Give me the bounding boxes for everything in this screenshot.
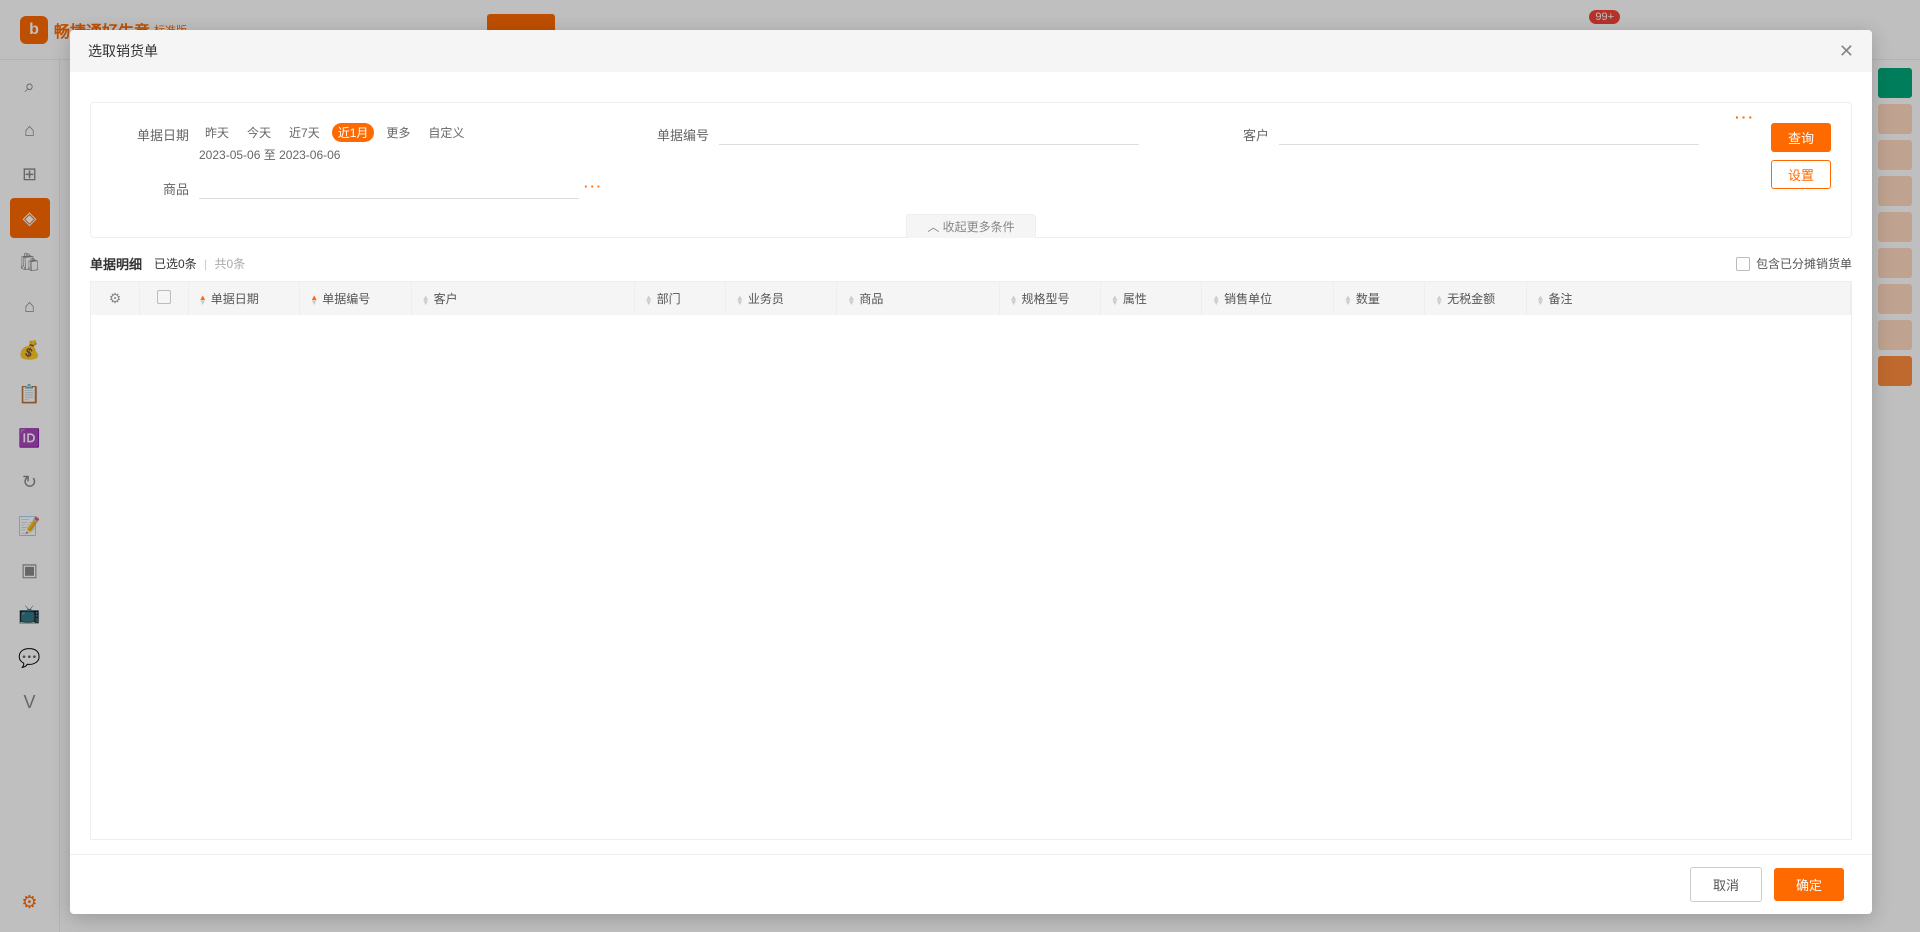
filter-docno: 单据编号 [639, 123, 1139, 163]
select-sales-order-modal: 选取销货单 ✕ ··· 查询 设置 单据日期 昨天 今天 近7天 [70, 30, 1872, 914]
total-label: 共0条 [215, 257, 246, 271]
column-docno-header[interactable]: ▲▼单据编号 [300, 282, 411, 315]
column-remark-header[interactable]: ▲▼备注 [1526, 282, 1850, 315]
modal-header: 选取销货单 ✕ [70, 30, 1872, 72]
sort-icon: ▲▼ [847, 295, 855, 305]
filter-product: 商品 ··· [119, 177, 579, 199]
pill-custom[interactable]: 自定义 [422, 123, 470, 142]
modal-body: ··· 查询 设置 单据日期 昨天 今天 近7天 近1月 更多 自定义 [70, 72, 1872, 854]
date-range-display: 2023-05-06 至 2023-06-06 [199, 146, 579, 163]
pill-today[interactable]: 今天 [241, 123, 277, 142]
count-sep: | [204, 257, 207, 271]
sort-icon: ▲▼ [310, 295, 318, 305]
filter-customer-label: 客户 [1199, 123, 1279, 144]
filter-product-label: 商品 [119, 177, 199, 198]
column-unit-header[interactable]: ▲▼销售单位 [1202, 282, 1334, 315]
close-button[interactable]: ✕ [1839, 41, 1854, 62]
column-spec-header[interactable]: ▲▼规格型号 [999, 282, 1100, 315]
collapse-more-button[interactable]: ︿ 收起更多条件 [906, 214, 1035, 238]
date-to: 2023-06-06 [279, 148, 340, 162]
pill-yesterday[interactable]: 昨天 [199, 123, 235, 142]
pill-7days[interactable]: 近7天 [283, 123, 326, 142]
pill-more[interactable]: 更多 [380, 123, 416, 142]
confirm-button[interactable]: 确定 [1774, 868, 1844, 901]
sort-icon: ▲▼ [422, 295, 430, 305]
modal-footer: 取消 确定 [70, 854, 1872, 914]
selected-label: 已选0条 [154, 257, 197, 271]
collapse-bar: ︿ 收起更多条件 [119, 213, 1823, 237]
filter-docno-label: 单据编号 [639, 123, 719, 144]
settings-button[interactable]: 设置 [1771, 160, 1831, 189]
column-settings-header[interactable]: ⚙ [91, 282, 140, 315]
table-container: ⚙ ▲▼单据日期 ▲▼单据编号 ▲▼客户 ▲▼部门 ▲▼业务员 ▲▼商品 ▲▼规… [90, 281, 1852, 840]
include-distributed-checkbox[interactable] [1736, 257, 1750, 271]
column-date-header[interactable]: ▲▼单据日期 [188, 282, 299, 315]
column-checkbox-header[interactable] [140, 282, 189, 315]
column-qty-header[interactable]: ▲▼数量 [1334, 282, 1425, 315]
modal-title: 选取销货单 [88, 41, 158, 61]
date-pill-group: 昨天 今天 近7天 近1月 更多 自定义 [199, 123, 579, 142]
select-all-checkbox[interactable] [157, 290, 171, 304]
close-icon: ✕ [1839, 41, 1854, 61]
sort-icon: ▲▼ [645, 295, 653, 305]
include-distributed-label: 包含已分摊销货单 [1756, 255, 1852, 272]
sort-icon: ▲▼ [1435, 295, 1443, 305]
sort-icon: ▲▼ [1010, 295, 1018, 305]
filter-row-2: 商品 ··· [119, 177, 1823, 199]
sales-order-table: ⚙ ▲▼单据日期 ▲▼单据编号 ▲▼客户 ▲▼部门 ▲▼业务员 ▲▼商品 ▲▼规… [91, 282, 1851, 315]
column-product-header[interactable]: ▲▼商品 [837, 282, 999, 315]
collapse-label: 收起更多条件 [943, 220, 1015, 234]
product-more-icon[interactable]: ··· [584, 179, 603, 194]
horizontal-scrollbar[interactable] [90, 840, 1852, 854]
sort-icon: ▲▼ [1344, 295, 1352, 305]
column-attr-header[interactable]: ▲▼属性 [1100, 282, 1201, 315]
customer-input[interactable] [1279, 123, 1699, 145]
filter-date: 单据日期 昨天 今天 近7天 近1月 更多 自定义 2023-05-06 至 [119, 123, 579, 163]
sort-icon: ▲▼ [1537, 295, 1545, 305]
column-dept-header[interactable]: ▲▼部门 [634, 282, 725, 315]
sort-icon: ▲▼ [1111, 295, 1119, 305]
docno-input[interactable] [719, 123, 1139, 145]
gear-icon: ⚙ [109, 290, 122, 306]
filter-panel: ··· 查询 设置 单据日期 昨天 今天 近7天 近1月 更多 自定义 [90, 102, 1852, 238]
product-input[interactable] [199, 177, 579, 199]
filter-date-label: 单据日期 [119, 123, 199, 144]
filter-row-1: 单据日期 昨天 今天 近7天 近1月 更多 自定义 2023-05-06 至 [119, 123, 1823, 163]
query-button[interactable]: 查询 [1771, 123, 1831, 152]
pill-1month[interactable]: 近1月 [332, 123, 375, 142]
cancel-button[interactable]: 取消 [1690, 867, 1762, 902]
column-salesman-header[interactable]: ▲▼业务员 [725, 282, 836, 315]
column-customer-header[interactable]: ▲▼客户 [411, 282, 634, 315]
sort-icon: ▲▼ [736, 295, 744, 305]
detail-header: 单据明细 已选0条 | 共0条 包含已分摊销货单 [90, 254, 1852, 273]
date-from: 2023-05-06 [199, 148, 260, 162]
chevron-up-icon: ︿ [927, 220, 942, 234]
date-to-sep: 至 [264, 148, 276, 162]
selected-count: 已选0条 | 共0条 [154, 255, 245, 272]
sort-icon: ▲▼ [199, 295, 207, 305]
detail-right: 包含已分摊销货单 [1736, 255, 1852, 272]
table-header-row: ⚙ ▲▼单据日期 ▲▼单据编号 ▲▼客户 ▲▼部门 ▲▼业务员 ▲▼商品 ▲▼规… [91, 282, 1851, 315]
filter-buttons: 查询 设置 [1771, 123, 1831, 189]
column-amount-header[interactable]: ▲▼无税金额 [1425, 282, 1526, 315]
filter-customer: 客户 [1199, 123, 1699, 163]
filter-panel-more-icon[interactable]: ··· [1735, 109, 1759, 125]
sort-icon: ▲▼ [1212, 295, 1220, 305]
detail-title: 单据明细 [90, 254, 142, 273]
